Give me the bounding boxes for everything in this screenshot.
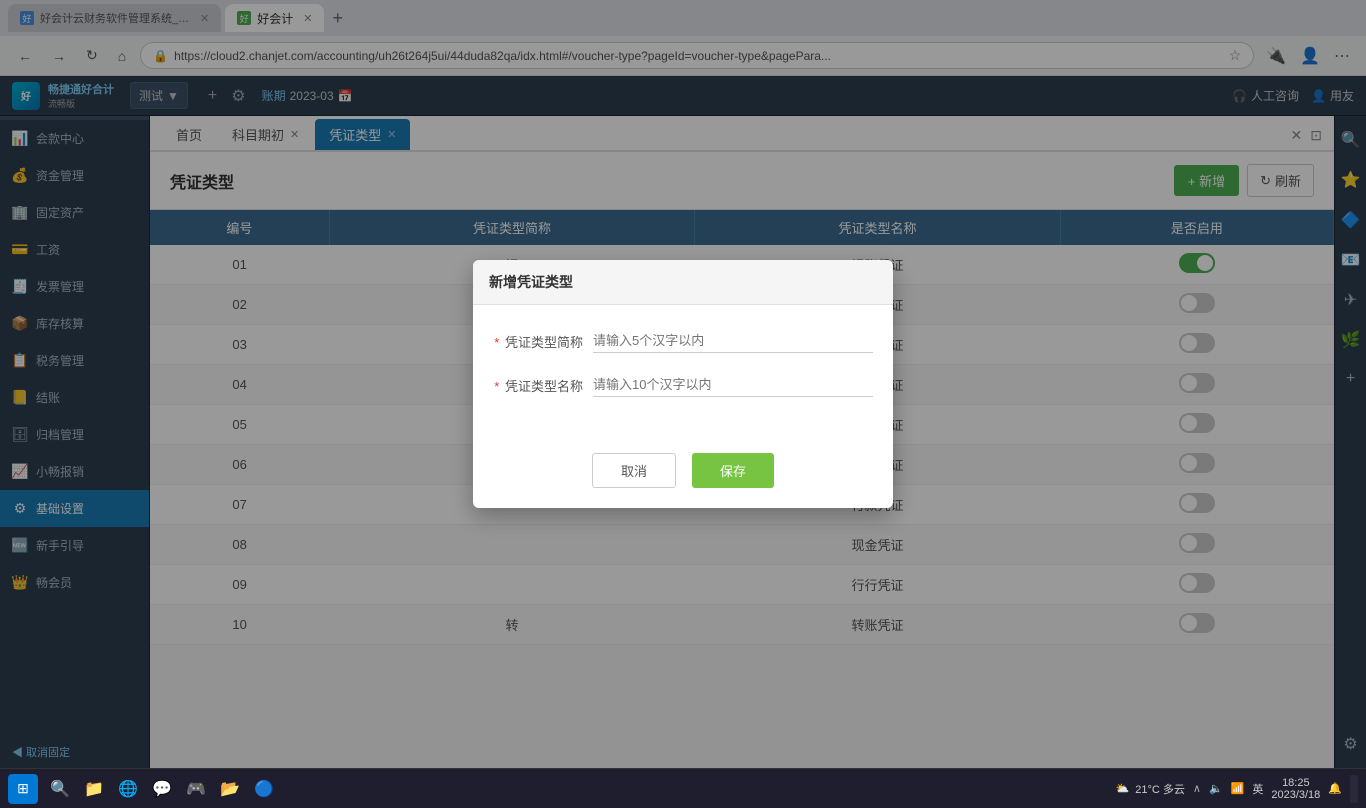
taskbar-sys-icons: ⛅ 21°C 多云	[1116, 781, 1185, 797]
dialog-overlay: 新增凭证类型 * 凭证类型简称 * 凭证类型名称 取消 保存	[0, 0, 1366, 768]
taskbar-clock[interactable]: 18:25 2023/3/18	[1271, 777, 1320, 801]
clock-time: 18:25	[1271, 777, 1320, 789]
taskbar-store[interactable]: 🎮	[182, 775, 210, 803]
dialog-footer: 取消 保存	[473, 441, 893, 508]
taskbar-explorer[interactable]: 📂	[216, 775, 244, 803]
name-label: * 凭证类型名称	[493, 376, 583, 395]
taskbar-lang[interactable]: 英	[1252, 781, 1263, 797]
taskbar-edge[interactable]: 🔵	[250, 775, 278, 803]
new-voucher-dialog: 新增凭证类型 * 凭证类型简称 * 凭证类型名称 取消 保存	[473, 260, 893, 508]
taskbar-volume[interactable]: 🔈	[1209, 782, 1223, 795]
taskbar-icons: 🔍 📁 🌐 💬 🎮 📂 🔵	[46, 775, 278, 803]
required-abbr: *	[494, 335, 499, 350]
name-input[interactable]	[593, 373, 873, 397]
show-desktop[interactable]	[1350, 775, 1358, 803]
form-row-name: * 凭证类型名称	[493, 373, 873, 397]
dialog-body: * 凭证类型简称 * 凭证类型名称	[473, 305, 893, 441]
form-row-abbr: * 凭证类型简称	[493, 329, 873, 353]
abbr-input[interactable]	[593, 329, 873, 353]
taskbar-temp: 21°C 多云	[1135, 781, 1185, 797]
cancel-button[interactable]: 取消	[592, 453, 676, 488]
taskbar-notification[interactable]: 🔔	[1328, 782, 1342, 795]
taskbar-search[interactable]: 🔍	[46, 775, 74, 803]
abbr-label: * 凭证类型简称	[493, 332, 583, 351]
save-button[interactable]: 保存	[692, 453, 774, 488]
start-button[interactable]: ⊞	[8, 774, 38, 804]
taskbar: ⊞ 🔍 📁 🌐 💬 🎮 📂 🔵 ⛅ 21°C 多云 ∧ 🔈 📶 英 18:25 …	[0, 768, 1366, 808]
taskbar-up-icon[interactable]: ∧	[1193, 782, 1201, 795]
taskbar-browser[interactable]: 🌐	[114, 775, 142, 803]
taskbar-files[interactable]: 📁	[80, 775, 108, 803]
dialog-header: 新增凭证类型	[473, 260, 893, 305]
dialog-title: 新增凭证类型	[489, 272, 573, 292]
clock-date: 2023/3/18	[1271, 789, 1320, 801]
required-name: *	[494, 379, 499, 394]
taskbar-network[interactable]: 📶	[1231, 782, 1245, 795]
taskbar-right: ⛅ 21°C 多云 ∧ 🔈 📶 英 18:25 2023/3/18 🔔	[1116, 775, 1358, 803]
taskbar-chat[interactable]: 💬	[148, 775, 176, 803]
taskbar-weather: ⛅	[1116, 782, 1130, 795]
